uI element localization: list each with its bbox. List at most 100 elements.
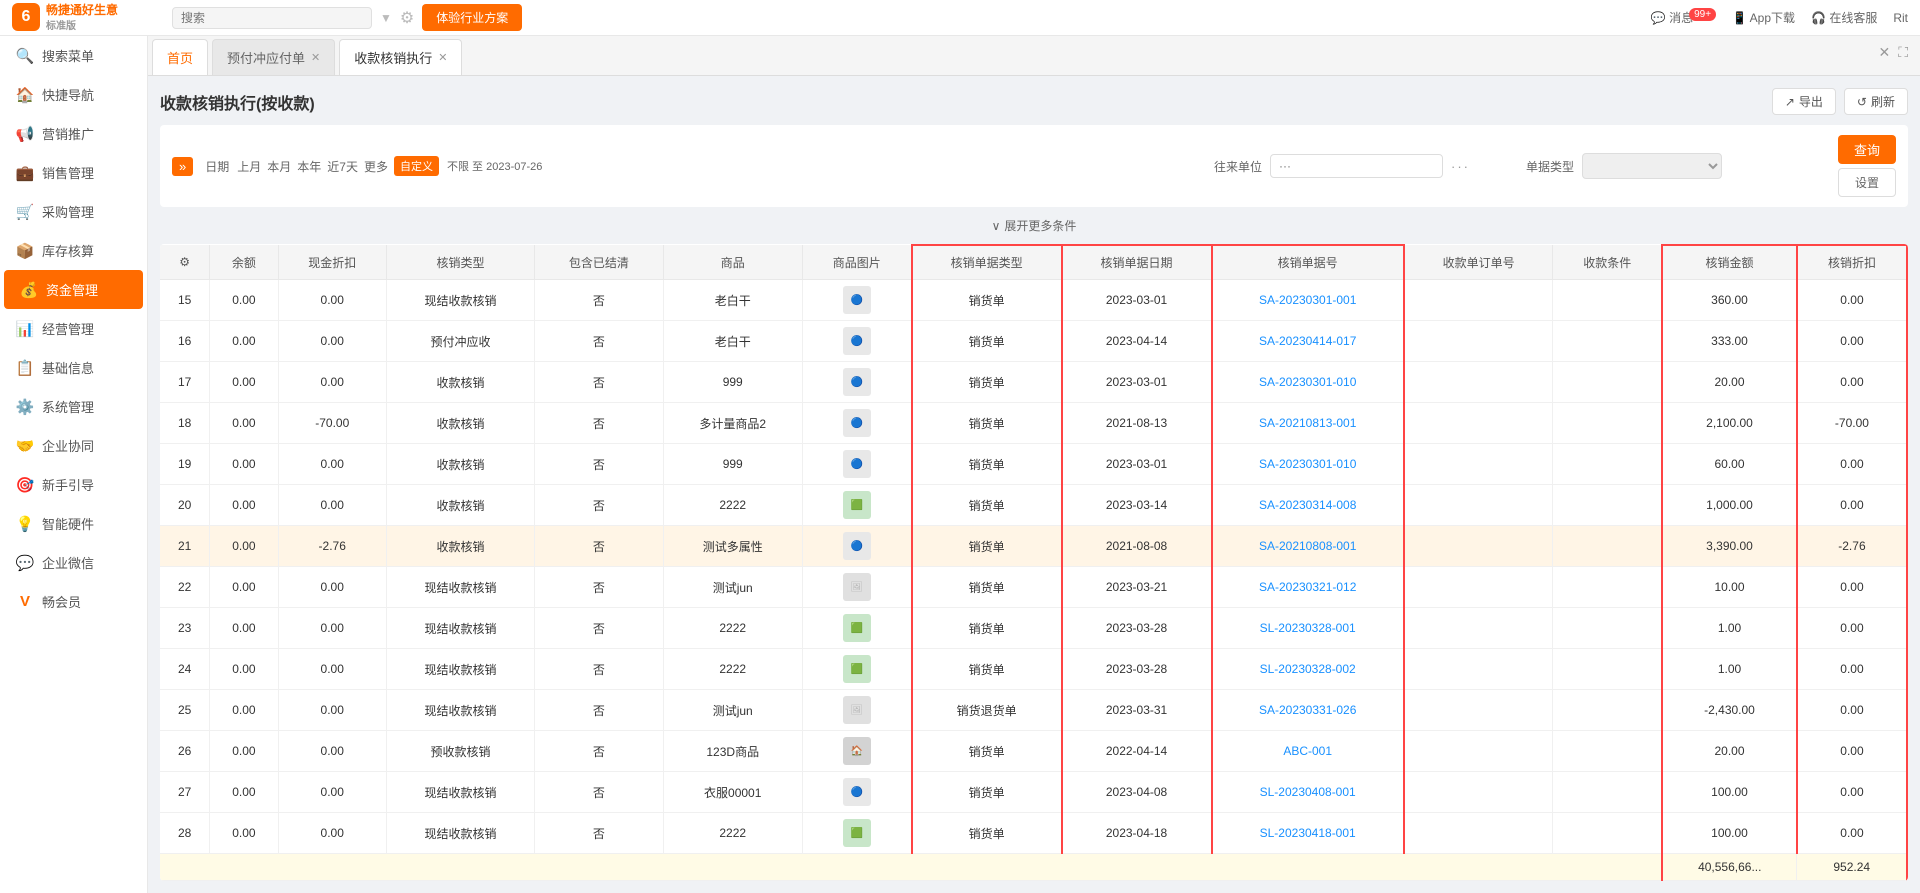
filter-expand-arrow[interactable]: » <box>172 157 193 176</box>
tab-home[interactable]: 首页 <box>152 39 208 75</box>
voucher-type-select[interactable] <box>1582 153 1722 179</box>
tab-writeoff[interactable]: 收款核销执行 ✕ <box>339 39 462 75</box>
cell-writeoff-no[interactable]: SA-20230301-010 <box>1212 362 1404 403</box>
cell-writeoff-no[interactable]: SA-20230314-008 <box>1212 485 1404 526</box>
cell-receipt-condition <box>1553 690 1662 731</box>
cell-product: 老白干 <box>663 321 802 362</box>
cell-balance: 0.00 <box>210 731 278 772</box>
cell-writeoff-amount: 100.00 <box>1662 772 1797 813</box>
industry-solution-btn[interactable]: 体验行业方案 <box>422 4 522 31</box>
date-this-year[interactable]: 本年 <box>297 158 321 175</box>
cell-writeoff-no[interactable]: SA-20230331-026 <box>1212 690 1404 731</box>
writeoff-no-link[interactable]: SA-20230301-001 <box>1259 293 1356 307</box>
top-search-input[interactable] <box>172 7 372 29</box>
cell-writeoff-amount: 1,000.00 <box>1662 485 1797 526</box>
cell-writeoff-no[interactable]: ABC-001 <box>1212 731 1404 772</box>
sidebar-item-guide[interactable]: 🎯 新手引导 <box>0 465 147 504</box>
cell-product: 999 <box>663 444 802 485</box>
partner-dots: ··· <box>1451 159 1470 174</box>
message-icon-wrap[interactable]: 💬 消息99+ <box>1651 9 1716 26</box>
writeoff-no-link[interactable]: SA-20230301-010 <box>1259 375 1356 389</box>
cell-cash-discount: 0.00 <box>278 731 386 772</box>
cell-writeoff-amount: 60.00 <box>1662 444 1797 485</box>
col-setting[interactable]: ⚙ <box>160 245 210 280</box>
writeoff-no-link[interactable]: SA-20230414-017 <box>1259 334 1356 348</box>
cell-writeoff-date: 2023-03-01 <box>1062 362 1212 403</box>
cell-product-img: 🔵 <box>802 362 911 403</box>
cell-writeoff-no[interactable]: SA-20230301-010 <box>1212 444 1404 485</box>
writeoff-no-link[interactable]: ABC-001 <box>1283 744 1332 758</box>
sidebar-item-corp[interactable]: 🤝 企业协同 <box>0 426 147 465</box>
cell-writeoff-no[interactable]: SA-20230321-012 <box>1212 567 1404 608</box>
purchase-icon: 🛒 <box>16 203 34 221</box>
sidebar-label-inventory: 库存核算 <box>42 241 94 260</box>
sidebar-item-member[interactable]: V 畅会员 <box>0 582 147 621</box>
cell-balance: 0.00 <box>210 485 278 526</box>
writeoff-no-link[interactable]: SA-20230321-012 <box>1259 580 1356 594</box>
date-last-7days[interactable]: 近7天 <box>327 158 358 175</box>
partner-input[interactable] <box>1270 154 1443 178</box>
writeoff-no-link[interactable]: SA-20230301-010 <box>1259 457 1356 471</box>
cell-writeoff-amount: 100.00 <box>1662 813 1797 854</box>
writeoff-no-link[interactable]: SL-20230418-001 <box>1260 826 1356 840</box>
cell-cash-discount: 0.00 <box>278 280 386 321</box>
date-last-month[interactable]: 上月 <box>237 158 261 175</box>
sidebar-item-marketing[interactable]: 📢 营销推广 <box>0 114 147 153</box>
date-more[interactable]: 更多 <box>364 158 388 175</box>
cell-writeoff-date: 2023-04-18 <box>1062 813 1212 854</box>
cell-writeoff-no[interactable]: SL-20230408-001 <box>1212 772 1404 813</box>
sidebar-item-purchase[interactable]: 🛒 采购管理 <box>0 192 147 231</box>
sidebar-item-wechat[interactable]: 💬 企业微信 <box>0 543 147 582</box>
sidebar-item-hardware[interactable]: 💡 智能硬件 <box>0 504 147 543</box>
app-download-btn[interactable]: 📱 App下载 <box>1732 9 1795 26</box>
sidebar-item-finance[interactable]: 💰 资金管理 <box>4 270 143 309</box>
cell-writeoff-no[interactable]: SL-20230328-002 <box>1212 649 1404 690</box>
cell-verify-type: 收款核销 <box>386 526 534 567</box>
cell-cash-discount: 0.00 <box>278 444 386 485</box>
window-expand-icon[interactable]: ⛶ <box>1898 44 1908 61</box>
sidebar-item-nav[interactable]: 🏠 快捷导航 <box>0 75 147 114</box>
product-img-thumb: 🔵 <box>843 778 871 806</box>
settings-icon[interactable]: ⚙ <box>400 8 414 28</box>
sidebar-item-base[interactable]: 📋 基础信息 <box>0 348 147 387</box>
writeoff-no-link[interactable]: SA-20230331-026 <box>1259 703 1356 717</box>
export-btn[interactable]: ↗ 导出 <box>1772 88 1836 115</box>
cell-cash-discount: 0.00 <box>278 485 386 526</box>
table-wrap: ⚙ 余额 现金折扣 核销类型 包含已结清 商品 商品图片 核销单据类型 核销单据… <box>160 244 1908 881</box>
refresh-btn[interactable]: ↺ 刷新 <box>1844 88 1908 115</box>
cell-writeoff-no[interactable]: SA-20210808-001 <box>1212 526 1404 567</box>
cell-writeoff-no[interactable]: SA-20210813-001 <box>1212 403 1404 444</box>
cell-included-settled: 否 <box>535 690 663 731</box>
writeoff-no-link[interactable]: SA-20210813-001 <box>1259 416 1356 430</box>
tab-prepay[interactable]: 预付冲应付单 ✕ <box>212 39 335 75</box>
expand-more-btn[interactable]: ∨ 展开更多条件 <box>992 217 1077 234</box>
cell-product-img: 🟩 <box>802 608 911 649</box>
writeoff-no-link[interactable]: SL-20230328-002 <box>1260 662 1356 676</box>
writeoff-no-link[interactable]: SA-20210808-001 <box>1259 539 1356 553</box>
cell-writeoff-date: 2023-03-14 <box>1062 485 1212 526</box>
sidebar-item-search[interactable]: 🔍 搜索菜单 <box>0 36 147 75</box>
sidebar-item-operation[interactable]: 📊 经营管理 <box>0 309 147 348</box>
cell-writeoff-no[interactable]: SA-20230414-017 <box>1212 321 1404 362</box>
date-custom-btn[interactable]: 自定义 <box>394 156 439 176</box>
window-close-icon[interactable]: ✕ <box>1878 44 1890 61</box>
dropdown-arrow[interactable]: ▼ <box>380 11 392 25</box>
close-prepay-tab[interactable]: ✕ <box>311 51 320 64</box>
sidebar-item-sales[interactable]: 💼 销售管理 <box>0 153 147 192</box>
sidebar-item-inventory[interactable]: 📦 库存核算 <box>0 231 147 270</box>
cell-writeoff-no[interactable]: SL-20230328-001 <box>1212 608 1404 649</box>
settings-btn[interactable]: 设置 <box>1838 168 1896 197</box>
close-writeoff-tab[interactable]: ✕ <box>438 51 447 64</box>
query-btn[interactable]: 查询 <box>1838 135 1896 164</box>
product-img-thumb: 🟩 <box>843 614 871 642</box>
col-writeoff-discount: 核销折扣 <box>1797 245 1907 280</box>
sidebar-item-system[interactable]: ⚙️ 系统管理 <box>0 387 147 426</box>
writeoff-no-link[interactable]: SL-20230328-001 <box>1260 621 1356 635</box>
online-service-btn[interactable]: 🎧 在线客服 <box>1811 9 1877 26</box>
cell-writeoff-no[interactable]: SA-20230301-001 <box>1212 280 1404 321</box>
writeoff-no-link[interactable]: SA-20230314-008 <box>1259 498 1356 512</box>
writeoff-no-link[interactable]: SL-20230408-001 <box>1260 785 1356 799</box>
date-this-month[interactable]: 本月 <box>267 158 291 175</box>
cell-product: 测试jun <box>663 567 802 608</box>
cell-writeoff-no[interactable]: SL-20230418-001 <box>1212 813 1404 854</box>
